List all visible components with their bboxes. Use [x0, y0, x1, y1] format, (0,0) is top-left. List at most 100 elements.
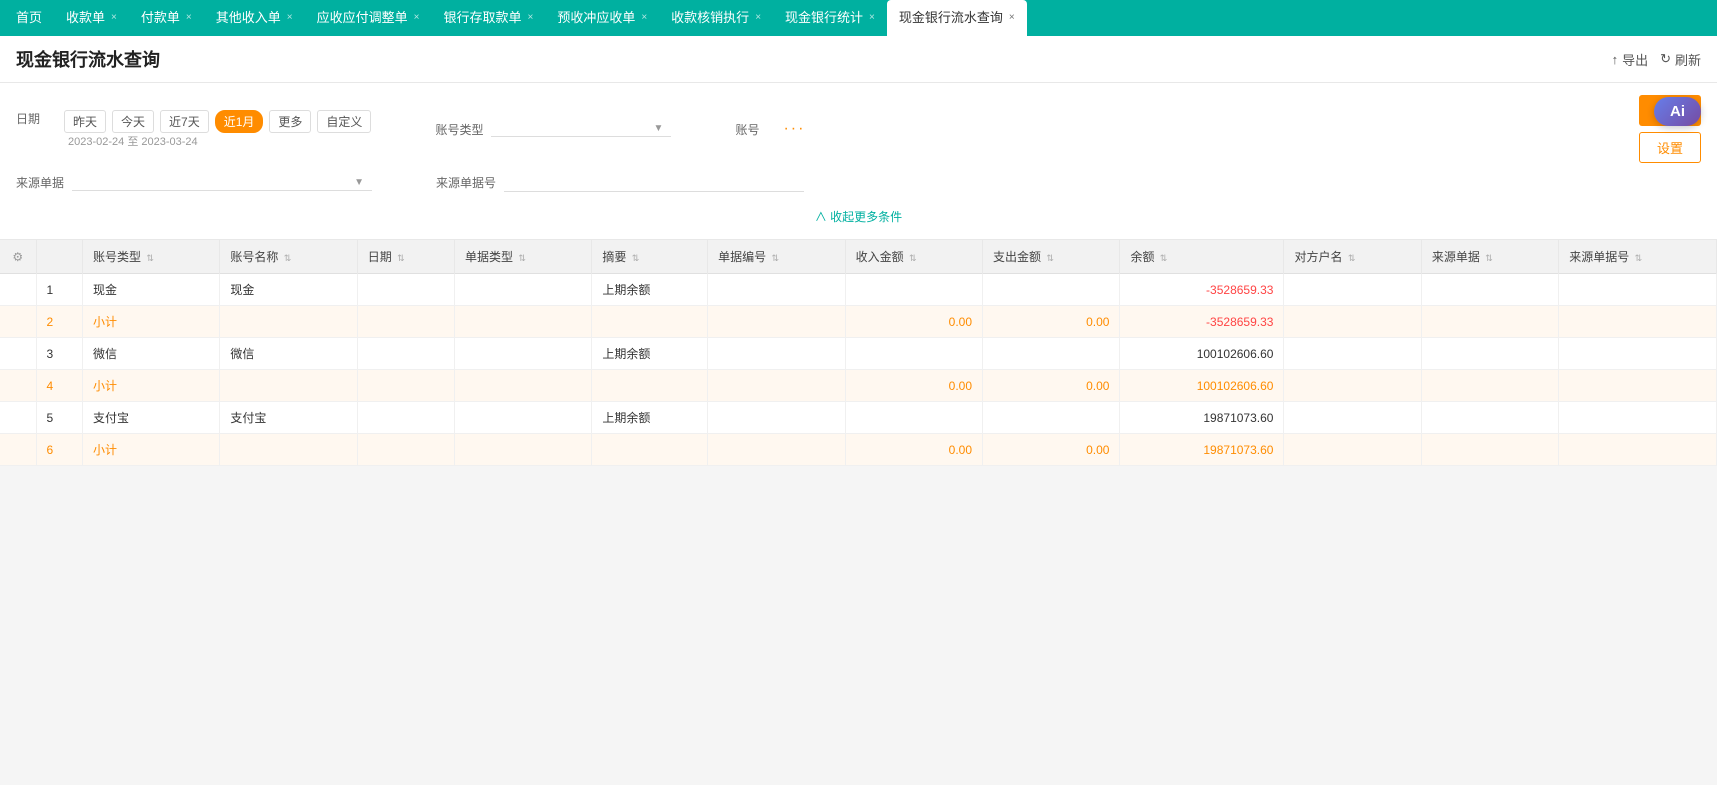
- row-account-name: 现金: [220, 274, 357, 306]
- row-doc-num: [708, 274, 845, 306]
- date-options: 昨天 今天 近7天 近1月 更多 自定义 2023-02-24 至 2023-0…: [64, 110, 371, 149]
- row-index: 5: [36, 402, 82, 434]
- nav-item-prepay[interactable]: 预收冲应收单 ×: [545, 0, 659, 36]
- nav-close-icon[interactable]: ×: [869, 0, 875, 36]
- row-income: 0.00: [845, 434, 982, 466]
- th-source-doc[interactable]: 来源单据 ⇅: [1421, 240, 1558, 274]
- nav-item-payments[interactable]: 付款单 ×: [129, 0, 204, 36]
- th-income[interactable]: 收入金额 ⇅: [845, 240, 982, 274]
- row-doc-num: [708, 306, 845, 338]
- th-source-doc-num[interactable]: 来源单据号 ⇅: [1559, 240, 1717, 274]
- row-date: [357, 370, 454, 402]
- row-income: 0.00: [845, 306, 982, 338]
- th-doc-num[interactable]: 单据编号 ⇅: [708, 240, 845, 274]
- source-doc-select[interactable]: ▼: [72, 175, 372, 191]
- date-btn-yesterday[interactable]: 昨天: [64, 110, 106, 133]
- row-summary: [592, 434, 708, 466]
- nav-close-icon[interactable]: ×: [414, 0, 420, 36]
- account-more-icon[interactable]: ···: [783, 120, 805, 138]
- nav-item-stats[interactable]: 现金银行统计 ×: [773, 0, 887, 36]
- ai-badge[interactable]: Ai: [1654, 97, 1701, 126]
- row-balance: -3528659.33: [1120, 306, 1284, 338]
- nav-close-icon[interactable]: ×: [641, 0, 647, 36]
- row-gear: [0, 274, 36, 306]
- date-btn-7days[interactable]: 近7天: [160, 110, 209, 133]
- nav-close-icon[interactable]: ×: [111, 0, 117, 36]
- table-row: 2 小计 0.00 0.00 -3528659.33: [0, 306, 1717, 338]
- nav-item-verify[interactable]: 收款核销执行 ×: [659, 0, 773, 36]
- th-expense[interactable]: 支出金额 ⇅: [983, 240, 1120, 274]
- row-balance: 100102606.60: [1120, 370, 1284, 402]
- account-num-group: 账号 ···: [735, 120, 805, 138]
- gear-icon[interactable]: ⚙: [12, 250, 23, 264]
- nav-item-other-income[interactable]: 其他收入单 ×: [204, 0, 305, 36]
- row-source-doc: [1421, 370, 1558, 402]
- nav-label: 其他收入单: [216, 0, 281, 36]
- row-source-doc-num: [1559, 370, 1717, 402]
- th-doc-type[interactable]: 单据类型 ⇅: [454, 240, 591, 274]
- row-expense: 0.00: [983, 370, 1120, 402]
- date-btn-custom[interactable]: 自定义: [317, 110, 371, 133]
- source-doc-num-input[interactable]: [504, 173, 804, 192]
- row-expense: [983, 274, 1120, 306]
- row-gear: [0, 306, 36, 338]
- nav-item-adjust[interactable]: 应收应付调整单 ×: [305, 0, 432, 36]
- row-doc-type: [454, 402, 591, 434]
- nav-label: 银行存取款单: [443, 0, 521, 36]
- row-counterpart: [1284, 370, 1421, 402]
- row-index: 3: [36, 338, 82, 370]
- sort-icon: ⇅: [146, 253, 154, 263]
- row-source-doc: [1421, 338, 1558, 370]
- nav-close-icon[interactable]: ×: [1009, 0, 1015, 36]
- th-date[interactable]: 日期 ⇅: [357, 240, 454, 274]
- row-date: [357, 402, 454, 434]
- nav-item-flow-query[interactable]: 现金银行流水查询 ×: [887, 0, 1027, 36]
- row-summary: [592, 370, 708, 402]
- export-label: 导出: [1622, 50, 1648, 69]
- refresh-label: 刷新: [1675, 50, 1701, 69]
- row-counterpart: [1284, 274, 1421, 306]
- row-expense: [983, 402, 1120, 434]
- row-counterpart: [1284, 434, 1421, 466]
- row-income: 0.00: [845, 370, 982, 402]
- export-button[interactable]: ↑ 导出: [1612, 50, 1649, 69]
- page-title: 现金银行流水查询: [16, 46, 160, 72]
- row-doc-type: [454, 306, 591, 338]
- nav-label: 现金银行流水查询: [899, 0, 1003, 36]
- row-summary: 上期余额: [592, 402, 708, 434]
- date-range: 2023-02-24 至 2023-03-24: [68, 133, 371, 149]
- nav-close-icon[interactable]: ×: [755, 0, 761, 36]
- th-account-type[interactable]: 账号类型 ⇅: [82, 240, 219, 274]
- row-gear: [0, 402, 36, 434]
- nav-close-icon[interactable]: ×: [287, 0, 293, 36]
- sort-icon: ⇅: [772, 253, 780, 263]
- row-index: 4: [36, 370, 82, 402]
- settings-button[interactable]: 设置: [1639, 132, 1701, 163]
- source-doc-label: 来源单据: [16, 174, 64, 191]
- row-account-type: 现金: [82, 274, 219, 306]
- nav-item-bank-deposit[interactable]: 银行存取款单 ×: [431, 0, 545, 36]
- refresh-button[interactable]: ↻ 刷新: [1660, 50, 1701, 69]
- nav-close-icon[interactable]: ×: [527, 0, 533, 36]
- th-counterpart[interactable]: 对方户名 ⇅: [1284, 240, 1421, 274]
- th-balance[interactable]: 余额 ⇅: [1120, 240, 1284, 274]
- collapse-bar[interactable]: ∧ 收起更多条件: [16, 202, 1701, 227]
- th-gear: ⚙: [0, 240, 36, 274]
- row-account-type: 微信: [82, 338, 219, 370]
- row-index: 1: [36, 274, 82, 306]
- account-label: 账号: [735, 121, 775, 138]
- date-filter-group: 日期 昨天 今天 近7天 近1月 更多 自定义 2023-02-24 至 202…: [16, 110, 371, 149]
- nav-home-label: 首页: [16, 0, 42, 36]
- row-doc-num: [708, 434, 845, 466]
- data-table: ⚙ 账号类型 ⇅ 账号名称 ⇅ 日期 ⇅ 单据类型 ⇅: [0, 240, 1717, 466]
- nav-close-icon[interactable]: ×: [186, 0, 192, 36]
- nav-item-receipts[interactable]: 收款单 ×: [54, 0, 129, 36]
- date-btn-today[interactable]: 今天: [112, 110, 154, 133]
- row-income: [845, 338, 982, 370]
- nav-home[interactable]: 首页: [4, 0, 54, 36]
- account-type-select[interactable]: ▼: [491, 121, 671, 137]
- th-summary[interactable]: 摘要 ⇅: [592, 240, 708, 274]
- th-account-name[interactable]: 账号名称 ⇅: [220, 240, 357, 274]
- date-btn-more[interactable]: 更多: [269, 110, 311, 133]
- date-btn-1month[interactable]: 近1月: [215, 110, 264, 133]
